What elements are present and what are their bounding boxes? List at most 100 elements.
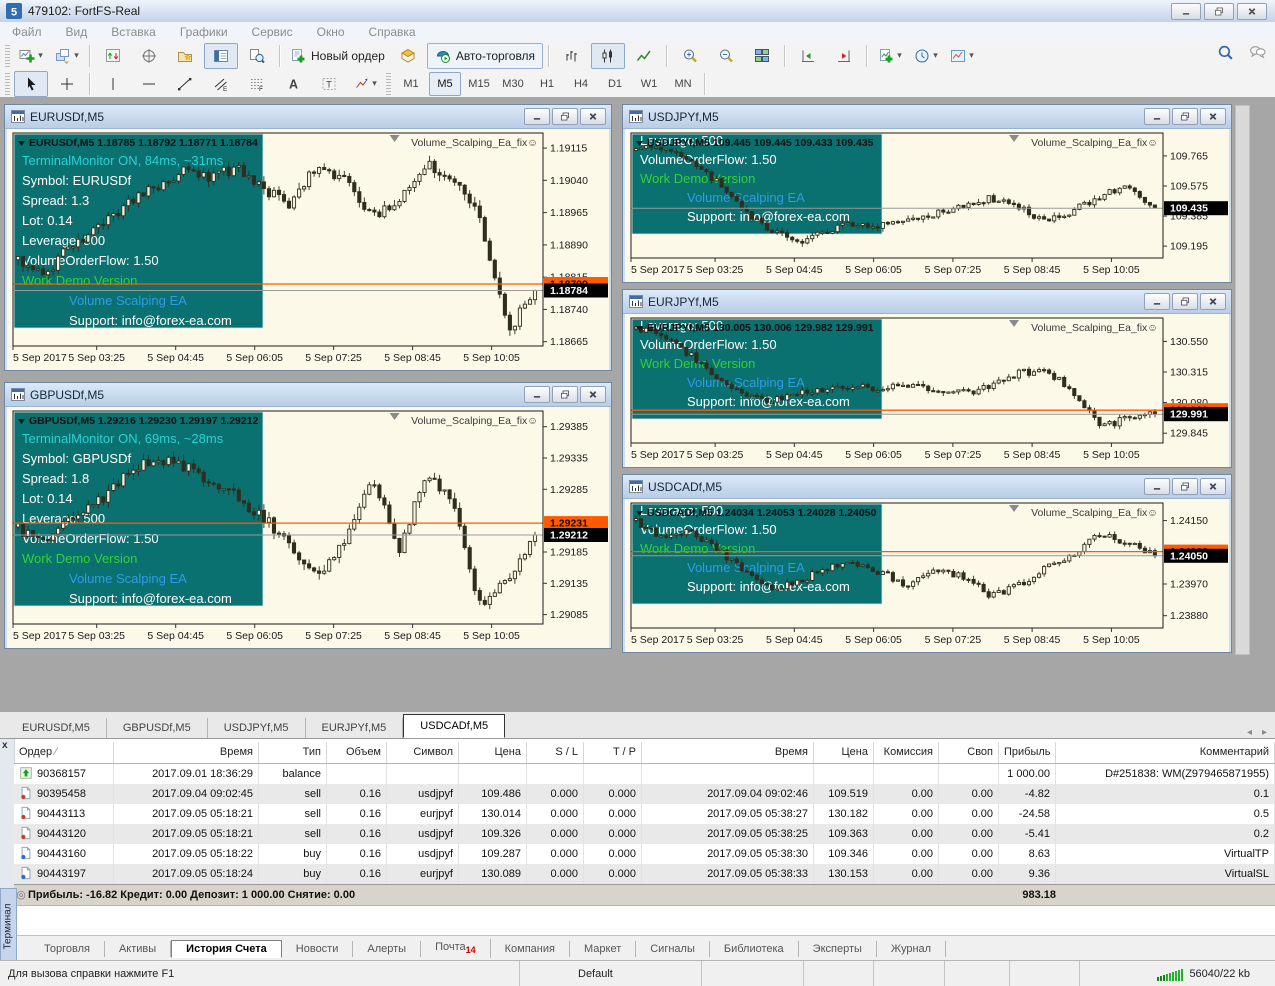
fibonacci-button[interactable]: F [240, 71, 274, 97]
terminal-tab-account-history[interactable]: История Счета [171, 939, 282, 958]
terminal-tab-experts[interactable]: Эксперты [799, 940, 877, 957]
status-profile[interactable]: Default [520, 961, 702, 986]
restore-button[interactable] [1204, 2, 1234, 20]
column-header-profit[interactable]: Прибыль [999, 742, 1056, 763]
cursor-button[interactable] [14, 70, 48, 97]
toolbar-grip[interactable] [5, 72, 10, 95]
zoom-out-button[interactable] [709, 43, 743, 69]
chart-tab-usdcadf-m5[interactable]: USDCADf,M5 [403, 714, 506, 738]
chart-tab-eurjpyf-m5[interactable]: EURJPYf,M5 [306, 718, 404, 738]
column-header-close_price[interactable]: Цена [814, 742, 874, 763]
chart-close-button[interactable] [580, 386, 606, 403]
terminal-tab-alerts[interactable]: Алерты [353, 940, 422, 957]
toolbar-grip[interactable] [5, 44, 10, 67]
menu-view[interactable]: Вид [54, 25, 100, 39]
chart-close-button[interactable] [1200, 293, 1226, 310]
chart-minimize-button[interactable] [1144, 108, 1170, 125]
dropdown-arrow-icon[interactable]: ▾ [372, 78, 377, 89]
column-header-comment[interactable]: Комментарий [1056, 742, 1275, 763]
crosshair-button[interactable] [50, 71, 84, 97]
menu-charts[interactable]: Графики [168, 25, 240, 39]
chart-restore-button[interactable] [1172, 478, 1198, 495]
chart-minimize-button[interactable] [1144, 478, 1170, 495]
menu-file[interactable]: Файл [0, 25, 54, 39]
chart-close-button[interactable] [1200, 108, 1226, 125]
column-header-close_time[interactable]: Время [642, 742, 814, 763]
timeframe-mn-button[interactable]: MN [667, 72, 699, 96]
text-button[interactable]: A [276, 71, 310, 97]
column-header-commission[interactable]: Комиссия [874, 742, 939, 763]
chart-window-titlebar[interactable]: EURUSDf,M5 [5, 105, 611, 129]
chart-window-titlebar[interactable]: USDJPYf,M5 [623, 105, 1231, 129]
new-order-button[interactable]: Новый ордер [286, 43, 389, 69]
new-chart-button[interactable]: ▾ [14, 43, 48, 69]
chart-window-eurusdf[interactable]: EURUSDf,M5 TerminalMonitor ON, 84ms, ~31… [4, 104, 612, 371]
profiles-button[interactable]: ▾ [50, 43, 84, 69]
column-header-volume[interactable]: Объем [327, 742, 387, 763]
chart-window-titlebar[interactable]: USDCADf,M5 [623, 475, 1231, 499]
dropdown-arrow-icon[interactable]: ▾ [74, 50, 79, 61]
bar-chart-button[interactable] [555, 43, 589, 69]
chart-close-button[interactable] [580, 108, 606, 125]
column-header-price[interactable]: Цена [459, 742, 527, 763]
timeframe-m1-button[interactable]: M1 [395, 72, 427, 96]
chart-tab-usdjpyf-m5[interactable]: USDJPYf,M5 [208, 718, 306, 738]
search-icon[interactable] [1217, 44, 1234, 61]
dropdown-arrow-icon[interactable]: ▾ [38, 50, 43, 61]
history-row-90443113[interactable]: 90443113 2017.09.05 05:18:21 sell 0.16 eurjp… [14, 804, 1275, 824]
toolbar-grip[interactable] [386, 72, 391, 95]
candlestick-chart-button[interactable] [591, 42, 626, 69]
chart-shift-button[interactable] [827, 43, 861, 69]
dropdown-arrow-icon[interactable]: ▾ [969, 50, 974, 61]
history-row-90443197[interactable]: 90443197 2017.09.05 05:18:24 buy 0.16 eurjpy… [14, 864, 1275, 884]
column-header-type[interactable]: Тип [259, 742, 327, 763]
chart-window-gbpusdf[interactable]: GBPUSDf,M5 TerminalMonitor ON, 69ms, ~28… [4, 382, 612, 649]
terminal-tab-library[interactable]: Библиотека [710, 940, 799, 957]
history-row-90368157[interactable]: 90368157 2017.09.01 18:36:29 balance 1 000.… [14, 764, 1275, 784]
timeframe-h4-button[interactable]: H4 [565, 72, 597, 96]
chart-window-eurjpyf[interactable]: EURJPYf,M5 Leverage: 500 VolumeOrderFlow:… [622, 289, 1232, 468]
terminal-tab-mailbox[interactable]: Почта14 [421, 939, 491, 958]
chart-minimize-button[interactable] [524, 108, 550, 125]
arrows-button[interactable]: ▾ [348, 71, 382, 97]
market-watch-button[interactable] [96, 43, 130, 69]
terminal-tab-company[interactable]: Компания [491, 940, 570, 957]
chart-window-titlebar[interactable]: GBPUSDf,M5 [5, 383, 611, 407]
chart-window-titlebar[interactable]: EURJPYf,M5 [623, 290, 1231, 314]
timeframe-d1-button[interactable]: D1 [599, 72, 631, 96]
chart-tabs-scroll-right-icon[interactable]: ▸ [1262, 727, 1267, 738]
timeframe-m30-button[interactable]: M30 [497, 72, 529, 96]
dropdown-arrow-icon[interactable]: ▾ [897, 50, 902, 61]
periods-button[interactable]: ▾ [909, 43, 943, 69]
chart-minimize-button[interactable] [1144, 293, 1170, 310]
terminal-tab-signals[interactable]: Сигналы [636, 940, 710, 957]
strategy-tester-button[interactable] [240, 43, 274, 69]
timeframe-m15-button[interactable]: M15 [463, 72, 495, 96]
titlebar[interactable]: 5 479102: FortFS-Real [0, 0, 1275, 23]
line-chart-button[interactable] [627, 43, 661, 69]
navigator-button[interactable] [168, 43, 202, 69]
menu-insert[interactable]: Вставка [99, 25, 168, 39]
terminal-side-tab[interactable]: Терминал [0, 888, 17, 964]
terminal-button[interactable] [204, 42, 238, 69]
column-header-tp[interactable]: T / P [584, 742, 642, 763]
chart-restore-button[interactable] [552, 386, 578, 403]
history-row-90443120[interactable]: 90443120 2017.09.05 05:18:21 sell 0.16 usdjp… [14, 824, 1275, 844]
data-window-button[interactable] [132, 43, 166, 69]
auto-scroll-button[interactable] [791, 43, 825, 69]
column-header-order[interactable]: Ордер ∕ [14, 742, 114, 763]
zoom-in-button[interactable] [673, 43, 707, 69]
close-button[interactable] [1237, 2, 1267, 20]
templates-button[interactable]: ▾ [945, 43, 979, 69]
column-header-swap[interactable]: Своп [939, 742, 999, 763]
chart-plot-area[interactable]: TerminalMonitor ON, 84ms, ~31ms Symbol: E… [7, 129, 609, 370]
minimize-button[interactable] [1171, 2, 1201, 20]
menu-tools[interactable]: Сервис [240, 25, 305, 39]
vertical-line-button[interactable] [96, 71, 130, 97]
dropdown-arrow-icon[interactable]: ▾ [933, 50, 938, 61]
menu-window[interactable]: Окно [305, 25, 357, 39]
history-row-90395458[interactable]: 90395458 2017.09.04 09:02:45 sell 0.16 usdjp… [14, 784, 1275, 804]
timeframe-m5-button[interactable]: M5 [429, 71, 461, 96]
column-header-symbol[interactable]: Символ [387, 742, 459, 763]
workspace-scrollbar[interactable] [1235, 105, 1250, 655]
